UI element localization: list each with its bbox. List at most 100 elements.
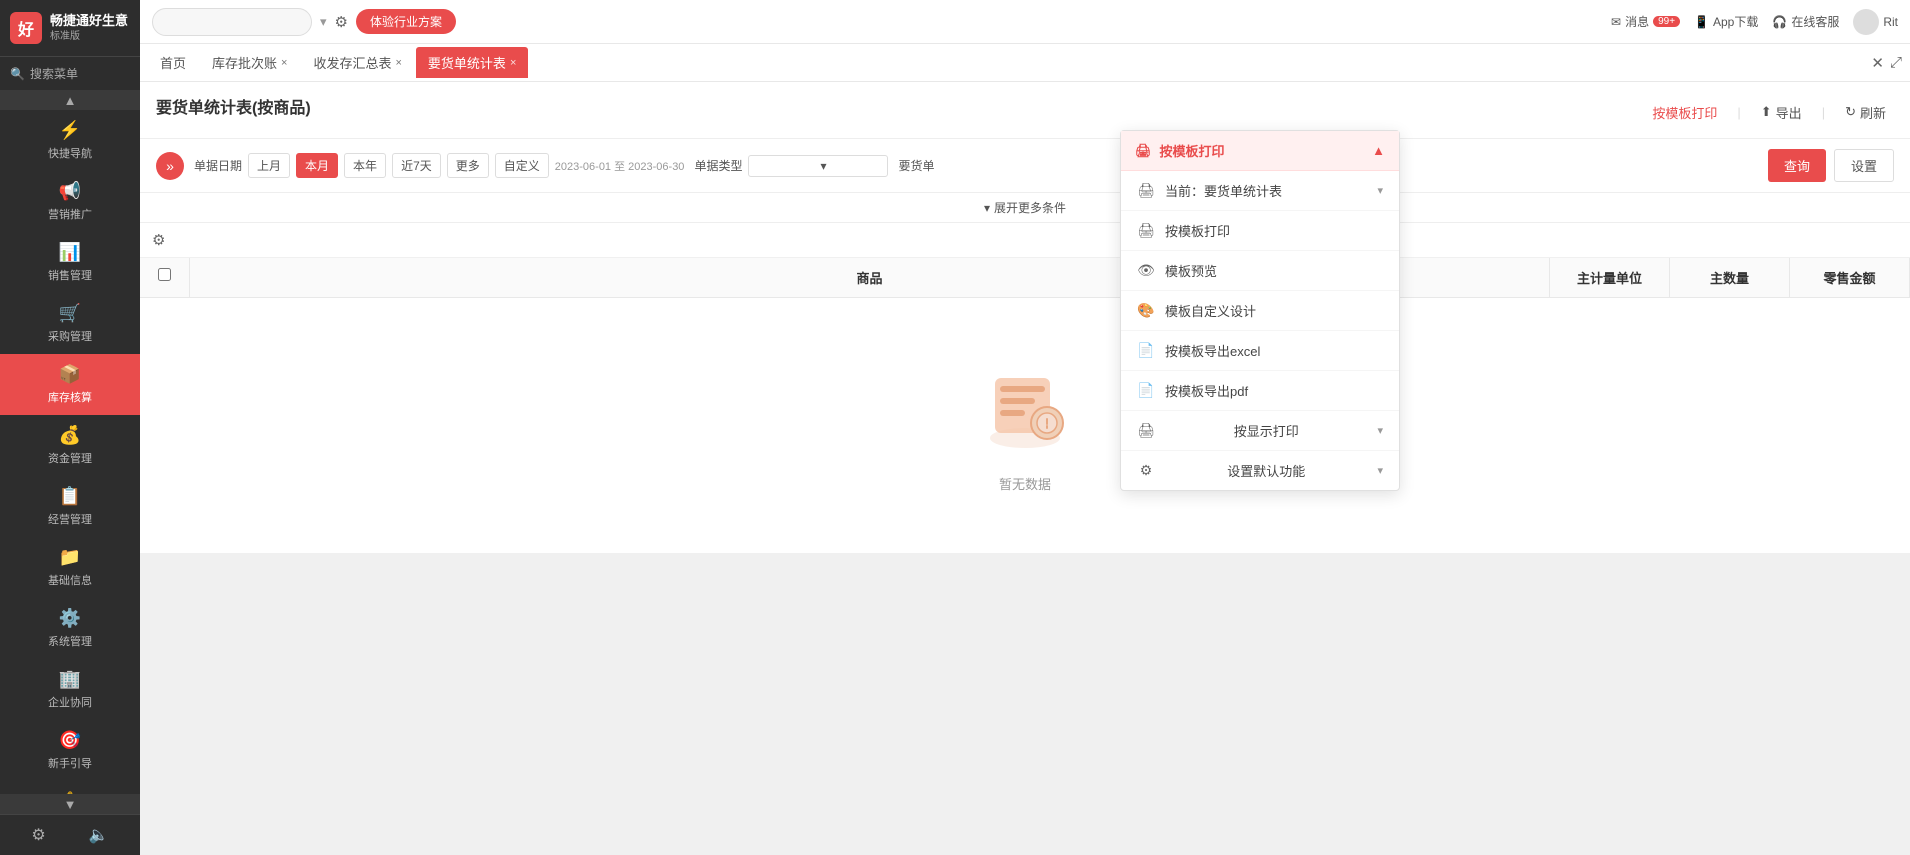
- sidebar-scroll-down[interactable]: ▼: [0, 794, 140, 814]
- table-toolbar: ⚙: [140, 223, 1910, 258]
- settings-icon[interactable]: ⚙: [31, 825, 45, 845]
- sidebar-item-inventory[interactable]: 📦 库存核算: [0, 354, 140, 415]
- sidebar-item-system[interactable]: ⚙️ 系统管理: [0, 598, 140, 659]
- tab-receipt-summary-close[interactable]: ×: [395, 57, 401, 69]
- table-container: ⚙ 商品 主计量单位 主数量 零售金额: [140, 223, 1910, 553]
- tab-inventory-batch[interactable]: 库存批次账 ×: [200, 47, 299, 78]
- sidebar-item-operations[interactable]: 📋 经营管理: [0, 476, 140, 537]
- logo-icon: 好: [10, 12, 42, 44]
- tab-home-label: 首页: [160, 53, 186, 72]
- th-amount-label: 零售金额: [1823, 271, 1875, 286]
- tab-order-stats-close[interactable]: ×: [510, 57, 516, 69]
- sidebar-item-basic[interactable]: 📁 基础信息: [0, 537, 140, 598]
- tab-close-all-button[interactable]: ✕: [1871, 54, 1884, 72]
- th-unit-label: 主计量单位: [1577, 271, 1642, 286]
- user-avatar-area[interactable]: Rit: [1853, 9, 1898, 35]
- empty-state: 暂无数据: [140, 298, 1910, 553]
- filter-buttons: 查询 设置: [1768, 149, 1894, 182]
- query-button[interactable]: 查询: [1768, 149, 1826, 182]
- sidebar-item-marketing[interactable]: 📢 营销推广: [0, 171, 140, 232]
- export-icon: ⬆: [1761, 104, 1772, 120]
- finance-icon: 💰: [59, 425, 81, 446]
- date-btn-last-month[interactable]: 上月: [248, 153, 290, 178]
- sales-icon: 📊: [59, 242, 81, 263]
- sidebar-item-enterprise[interactable]: 🏢 企业协同: [0, 659, 140, 720]
- th-unit: 主计量单位: [1550, 258, 1670, 297]
- export-excel-label: 按模板导出excel: [1165, 341, 1260, 360]
- refresh-icon: ↻: [1845, 104, 1856, 120]
- appstore-icon: 🔔: [59, 791, 81, 794]
- sidebar-item-quick-nav[interactable]: ⚡ 快捷导航: [0, 110, 140, 171]
- page-actions-area: 按模板打印 | ⬆ 导出 | ↻ 刷新: [1644, 99, 1894, 126]
- dropdown-header-arrow-icon: ▲: [1372, 143, 1385, 158]
- printer-icon: 🖨: [1135, 143, 1152, 159]
- tab-receipt-summary[interactable]: 收发存汇总表 ×: [301, 47, 413, 78]
- date-btn-current-year[interactable]: 本年: [344, 153, 386, 178]
- inventory-label: 库存核算: [48, 389, 92, 405]
- order-type-label: 单据类型: [694, 157, 742, 174]
- volume-icon[interactable]: 🔈: [89, 825, 109, 845]
- filter-expand-button[interactable]: »: [156, 152, 184, 180]
- tabs-actions: ✕ ⤢: [1871, 54, 1902, 72]
- date-btn-more[interactable]: 更多: [447, 153, 489, 178]
- settings-button[interactable]: 设置: [1834, 149, 1894, 182]
- display-print-arrow-icon: ▾: [1377, 424, 1383, 437]
- online-service-label: 在线客服: [1791, 13, 1839, 30]
- export-label: 导出: [1776, 103, 1802, 122]
- app-download-button[interactable]: 📱 App下载: [1694, 13, 1758, 30]
- online-service-button[interactable]: 🎧 在线客服: [1772, 13, 1839, 30]
- dropdown-item-template-custom[interactable]: 🎨 模板自定义设计: [1121, 291, 1399, 331]
- topbar-gear-icon[interactable]: ⚙: [335, 13, 348, 31]
- tab-inventory-batch-close[interactable]: ×: [281, 57, 287, 69]
- date-btn-current-month[interactable]: 本月: [296, 153, 338, 178]
- refresh-button[interactable]: ↻ 刷新: [1837, 99, 1894, 126]
- date-range-display: 2023-06-01 至 2023-06-30: [555, 158, 685, 174]
- enterprise-icon: 🏢: [59, 669, 81, 690]
- print-template-button[interactable]: 按模板打印: [1644, 99, 1725, 126]
- marketing-label: 营销推广: [48, 206, 92, 222]
- quick-nav-label: 快捷导航: [48, 145, 92, 161]
- date-btn-custom[interactable]: 自定义: [495, 153, 549, 178]
- page-title: 要货单统计表(按商品): [156, 94, 311, 118]
- avatar: [1853, 9, 1879, 35]
- table-settings-icon[interactable]: ⚙: [152, 231, 165, 249]
- current-template-arrow: ▾: [1377, 184, 1383, 197]
- set-default-arrow-icon: ▾: [1377, 464, 1383, 477]
- topbar-search-input[interactable]: [152, 8, 312, 36]
- tab-home[interactable]: 首页: [148, 47, 198, 78]
- current-template-label: 当前：要货单统计表: [1165, 181, 1282, 200]
- sidebar-item-purchase[interactable]: 🛒 采购管理: [0, 293, 140, 354]
- dropdown-item-export-excel[interactable]: 📄 按模板导出excel: [1121, 331, 1399, 371]
- dropdown-item-template-print[interactable]: 🖨 按模板打印: [1121, 211, 1399, 251]
- dropdown-item-export-pdf[interactable]: 📄 按模板导出pdf: [1121, 371, 1399, 411]
- guide-icon: 🎯: [59, 730, 81, 751]
- sidebar-item-sales[interactable]: 📊 销售管理: [0, 232, 140, 293]
- tab-order-stats[interactable]: 要货单统计表 ×: [416, 47, 528, 78]
- sidebar-item-appstore[interactable]: 🔔 应用中心: [0, 781, 140, 794]
- export-button[interactable]: ⬆ 导出: [1753, 99, 1810, 126]
- sidebar-item-finance[interactable]: 💰 资金管理: [0, 415, 140, 476]
- date-filter-label: 单据日期: [194, 157, 242, 174]
- tab-maximize-button[interactable]: ⤢: [1890, 54, 1902, 71]
- date-btn-last-7-days[interactable]: 近7天: [392, 153, 441, 178]
- sidebar: 好 畅捷通好生意 标准版 🔍 搜索菜单 ▲ ⚡ 快捷导航 📢 营销推广 📊 销售…: [0, 0, 140, 855]
- dropdown-item-current[interactable]: 🖨 当前：要货单统计表 ▾: [1121, 171, 1399, 211]
- dropdown-header[interactable]: 🖨 按模板打印 ▲: [1121, 131, 1399, 171]
- dropdown-item-display-print[interactable]: 🖨 按显示打印 ▾: [1121, 411, 1399, 451]
- dropdown-item-template-preview[interactable]: 👁 模板预览: [1121, 251, 1399, 291]
- expand-more-button[interactable]: ▾ 展开更多条件: [140, 193, 1910, 223]
- sidebar-scroll-up[interactable]: ▲: [0, 90, 140, 110]
- topbar-dropdown-icon[interactable]: ▾: [320, 14, 327, 30]
- export-pdf-icon: 📄: [1137, 382, 1155, 399]
- sidebar-item-guide[interactable]: 🎯 新手引导: [0, 720, 140, 781]
- system-icon: ⚙️: [59, 608, 81, 629]
- goods-label: 要货单: [898, 157, 934, 174]
- dropdown-item-set-default[interactable]: ⚙ 设置默认功能 ▾: [1121, 451, 1399, 490]
- operations-label: 经营管理: [48, 511, 92, 527]
- search-menu[interactable]: 🔍 搜索菜单: [0, 57, 140, 90]
- th-checkbox: [140, 258, 190, 297]
- order-type-select[interactable]: ▾: [748, 155, 888, 177]
- select-all-checkbox[interactable]: [158, 268, 171, 281]
- messages-button[interactable]: ✉ 消息 99+: [1611, 13, 1680, 30]
- trial-button[interactable]: 体验行业方案: [356, 9, 456, 34]
